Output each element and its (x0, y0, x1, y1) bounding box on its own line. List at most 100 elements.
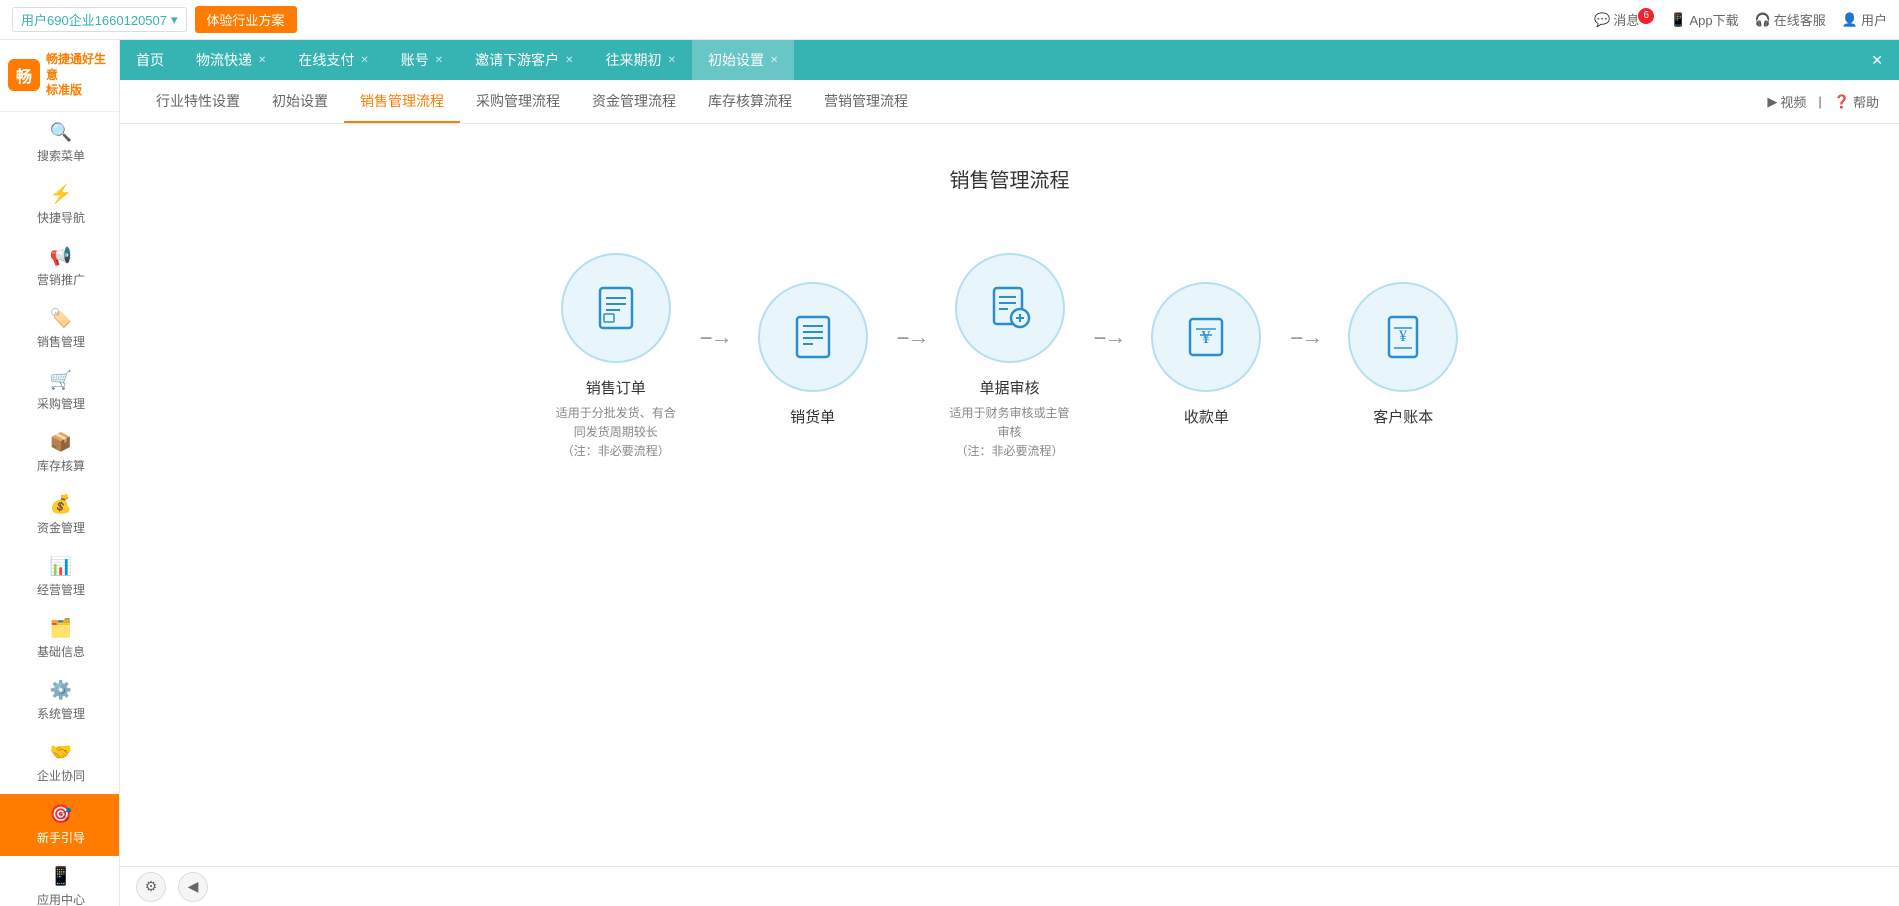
sidebar-item-operations[interactable]: 📊 经营管理 (0, 546, 119, 608)
nav-tab-past-period[interactable]: 往来期初 ✕ (590, 40, 692, 80)
user-select-dropdown[interactable]: 用户690企业1660120507 ▾ (12, 7, 187, 32)
nav-tab-invite[interactable]: 邀请下游客户 ✕ (459, 40, 589, 80)
help-btn[interactable]: ❓ 帮助 (1834, 92, 1879, 111)
sub-tab-marketing-flow[interactable]: 营销管理流程 (808, 80, 924, 123)
sub-tab-inventory-flow[interactable]: 库存核算流程 (692, 80, 808, 123)
message-btn[interactable]: 💬 消息 6 (1594, 10, 1654, 29)
sidebar-item-app-center[interactable]: 📱 应用中心 (0, 856, 119, 906)
sidebar-item-purchase[interactable]: 🛒 采购管理 (0, 360, 119, 422)
nav-tab-home[interactable]: 首页 (120, 40, 180, 80)
sidebar-item-new-guide[interactable]: 🎯 新手引导 (0, 794, 119, 856)
flow-label-customer-account: 客户账本 (1373, 406, 1433, 427)
collapse-btn[interactable]: ◀ (178, 872, 208, 902)
nav-tab-payment-close[interactable]: ✕ (360, 55, 368, 66)
operations-icon: 📊 (50, 556, 72, 577)
logo-icon: 畅 (8, 59, 40, 91)
sidebar-label-system: 系统管理 (37, 705, 85, 722)
flow-circle-receipt[interactable]: ¥ (1151, 282, 1261, 392)
nav-tab-logistics[interactable]: 物流快递 ✕ (180, 40, 282, 80)
flow-circle-sales-order[interactable] (561, 253, 671, 363)
nav-tab-account[interactable]: 账号 ✕ (385, 40, 459, 80)
sidebar-label-quick-nav: 快捷导航 (37, 209, 85, 226)
nav-tab-logistics-close[interactable]: ✕ (258, 55, 266, 66)
sidebar-label-sales: 销售管理 (37, 333, 85, 350)
flow-circle-sales-invoice[interactable] (758, 282, 868, 392)
bottom-bar: ⚙ ◀ (120, 866, 1899, 906)
flow-arrow-2: - - → (897, 324, 926, 350)
top-bar: 用户690企业1660120507 ▾ 体验行业方案 💬 消息 6 📱 App下… (0, 0, 1899, 40)
sidebar-item-finance[interactable]: 💰 资金管理 (0, 484, 119, 546)
video-label: 视频 (1780, 92, 1806, 111)
search-icon: 🔍 (50, 122, 72, 143)
nav-tab-logistics-label: 物流快递 (196, 50, 252, 70)
sidebar-item-quick-nav[interactable]: ⚡ 快捷导航 (0, 174, 119, 236)
sidebar-item-search-menu[interactable]: 🔍 搜索菜单 (0, 112, 119, 174)
quick-nav-icon: ⚡ (50, 184, 72, 205)
top-bar-right: 💬 消息 6 📱 App下载 🎧 在线客服 👤 用户 (1594, 10, 1887, 29)
flow-label-doc-review: 单据审核 (979, 377, 1039, 398)
nav-tab-invite-close[interactable]: ✕ (565, 55, 573, 66)
video-help-btn[interactable]: ▶ 视频 (1767, 92, 1806, 111)
sub-tab-fund-flow[interactable]: 资金管理流程 (576, 80, 692, 123)
sidebar-item-marketing[interactable]: 📢 营销推广 (0, 236, 119, 298)
nav-tab-home-label: 首页 (136, 50, 164, 70)
svg-text:¥: ¥ (1202, 327, 1211, 347)
flow-label-receipt: 收款单 (1184, 406, 1229, 427)
sub-tabs: 行业特性设置 初始设置 销售管理流程 采购管理流程 资金管理流程 库存核算流程 … (120, 80, 1899, 124)
nav-tab-initial-setup[interactable]: 初始设置 ✕ (692, 40, 794, 80)
sub-tab-inventory-flow-label: 库存核算流程 (708, 91, 792, 111)
message-badge: 6 (1638, 8, 1654, 24)
sidebar-label-search: 搜索菜单 (37, 147, 85, 164)
top-bar-left: 用户690企业1660120507 ▾ 体验行业方案 (12, 6, 297, 33)
sidebar-item-system[interactable]: ⚙️ 系统管理 (0, 670, 119, 732)
flow-diagram: 销售订单 适用于分批发货、有合同发货周期较长（注：非必要流程） - - → (160, 233, 1859, 482)
sidebar-label-new-guide: 新手引导 (37, 829, 85, 846)
trial-btn[interactable]: 体验行业方案 (195, 6, 297, 33)
sub-tab-initial[interactable]: 初始设置 (256, 80, 344, 123)
sub-tab-industry[interactable]: 行业特性设置 (140, 80, 256, 123)
flow-circle-customer-account[interactable]: ¥ (1348, 282, 1458, 392)
user-avatar-btn[interactable]: 👤 用户 (1842, 10, 1887, 29)
settings-btn[interactable]: ⚙ (136, 872, 166, 902)
nav-tab-past-period-label: 往来期初 (606, 50, 662, 70)
sub-tabs-right: ▶ 视频 | ❓ 帮助 (1767, 92, 1879, 111)
flow-arrow-4: - - → (1290, 324, 1319, 350)
sub-tab-sales-flow-label: 销售管理流程 (360, 91, 444, 111)
sidebar-label-enterprise-coop: 企业协同 (37, 767, 85, 784)
svg-text:¥: ¥ (1399, 328, 1407, 345)
nav-tab-past-period-close[interactable]: ✕ (668, 55, 676, 66)
basic-info-icon: 🗂️ (50, 618, 72, 639)
message-label: 消息 (1613, 10, 1639, 29)
dropdown-icon: ▾ (171, 12, 178, 28)
sub-tab-industry-label: 行业特性设置 (156, 91, 240, 111)
sidebar-item-enterprise-coop[interactable]: 🤝 企业协同 (0, 732, 119, 794)
sidebar-label-inventory: 库存核算 (37, 457, 85, 474)
sub-tab-sales-flow[interactable]: 销售管理流程 (344, 80, 460, 123)
flow-label-sales-invoice: 销货单 (790, 406, 835, 427)
close-all-tabs[interactable]: ✕ (1855, 52, 1899, 69)
app-download-btn[interactable]: 📱 App下载 (1670, 10, 1738, 29)
flow-circle-doc-review[interactable] (955, 253, 1065, 363)
flow-step-doc-review: 单据审核 适用于财务审核或主管审核（注：非必要流程） (930, 253, 1090, 462)
nav-tab-account-close[interactable]: ✕ (435, 55, 443, 66)
nav-tab-payment[interactable]: 在线支付 ✕ (282, 40, 384, 80)
sub-tab-purchase-flow[interactable]: 采购管理流程 (460, 80, 576, 123)
avatar-icon: 👤 (1842, 12, 1858, 28)
online-service-btn[interactable]: 🎧 在线客服 (1755, 10, 1826, 29)
flow-label-sales-order: 销售订单 (586, 377, 646, 398)
flow-step-sales-order: 销售订单 适用于分批发货、有合同发货周期较长（注：非必要流程） (536, 253, 696, 462)
sidebar-item-inventory[interactable]: 📦 库存核算 (0, 422, 119, 484)
main-layout: 畅 畅捷通好生意标准版 🔍 搜索菜单 ⚡ 快捷导航 📢 营销推广 🏷️ 销售管理… (0, 40, 1899, 906)
nav-tab-payment-label: 在线支付 (298, 50, 354, 70)
sub-tab-fund-flow-label: 资金管理流程 (592, 91, 676, 111)
divider: | (1818, 94, 1821, 109)
system-icon: ⚙️ (50, 680, 72, 701)
flow-arrow-1: - - → (700, 324, 729, 350)
help-label: 帮助 (1853, 92, 1879, 111)
sidebar-item-basic-info[interactable]: 🗂️ 基础信息 (0, 608, 119, 670)
online-service-label: 在线客服 (1774, 10, 1826, 29)
nav-tab-initial-setup-close[interactable]: ✕ (770, 55, 778, 66)
sidebar-item-sales[interactable]: 🏷️ 销售管理 (0, 298, 119, 360)
sidebar-label-finance: 资金管理 (37, 519, 85, 536)
phone-icon: 📱 (1670, 12, 1686, 28)
